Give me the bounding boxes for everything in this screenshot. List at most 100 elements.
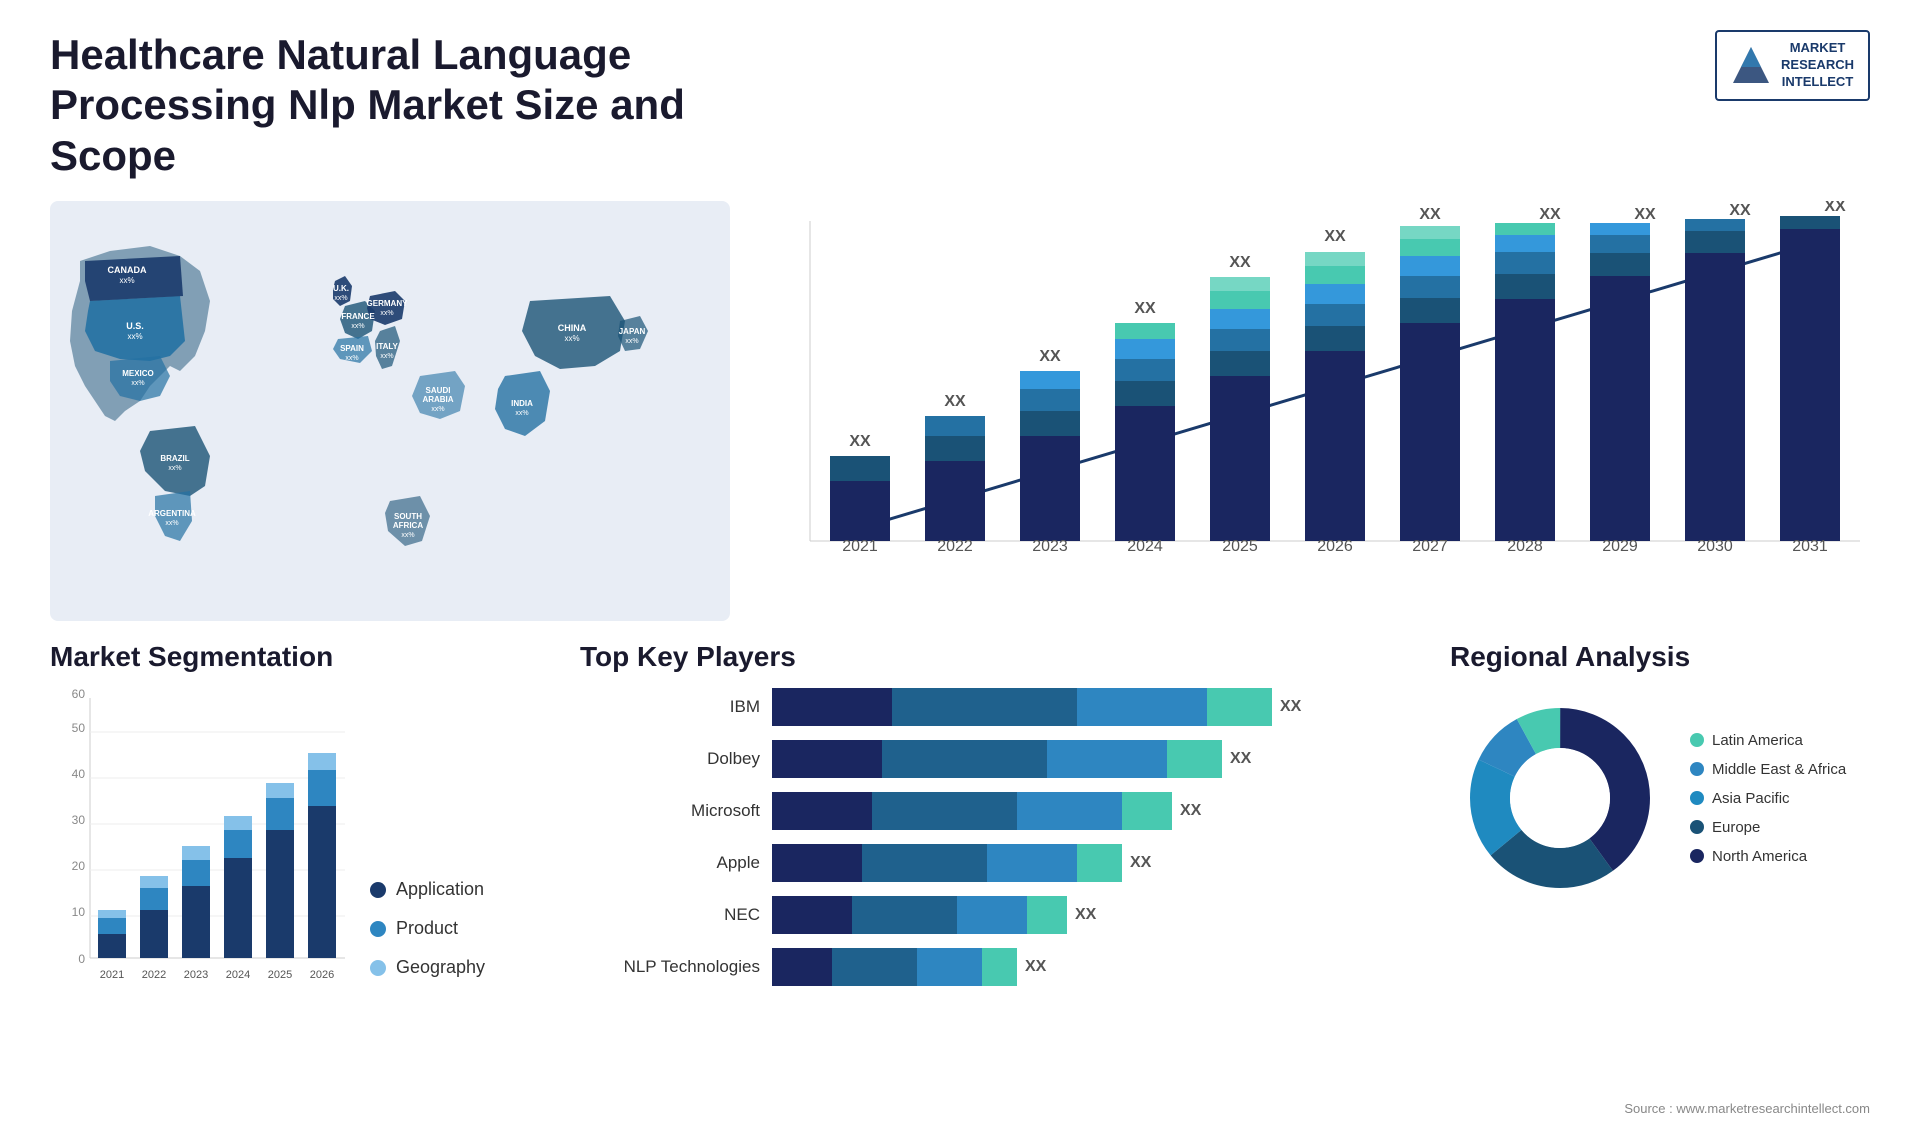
player-bar-wrap-nec: XX [772, 896, 1420, 934]
players-title: Top Key Players [580, 641, 1420, 673]
na-dot [1690, 849, 1704, 863]
geography-label: Geography [396, 957, 485, 978]
svg-text:AFRICA: AFRICA [393, 521, 423, 530]
player-name-nlp-tech: NLP Technologies [580, 957, 760, 977]
svg-text:XX: XX [944, 393, 966, 410]
player-bar-wrap-nlp-tech: XX [772, 948, 1420, 986]
svg-text:XX: XX [1824, 201, 1846, 215]
player-val-ibm: XX [1280, 698, 1301, 716]
svg-text:XX: XX [1539, 206, 1561, 223]
regional-section: Regional Analysis [1450, 641, 1870, 1091]
svg-text:xx%: xx% [401, 532, 414, 539]
europe-dot [1690, 820, 1704, 834]
logo: MARKET RESEARCH INTELLECT [1715, 30, 1870, 101]
svg-text:JAPAN: JAPAN [619, 327, 646, 336]
player-bar-wrap-apple: XX [772, 844, 1420, 882]
player-bar-wrap-ibm: XX [772, 688, 1420, 726]
svg-text:FRANCE: FRANCE [341, 312, 375, 321]
player-bar-apple [772, 844, 1122, 882]
logo-icon [1731, 45, 1771, 85]
svg-text:XX: XX [1419, 206, 1441, 223]
segmentation-title: Market Segmentation [50, 641, 550, 673]
players-section: Top Key Players IBM XX Dolbey [550, 641, 1450, 1091]
segmentation-chart-svg: 0 10 20 30 40 50 60 [50, 688, 350, 1008]
svg-text:xx%: xx% [131, 380, 144, 387]
seg-legend: Application Product Geography [370, 879, 485, 1008]
svg-text:2030: 2030 [1697, 538, 1733, 555]
segmentation-section: Market Segmentation 0 10 20 30 40 50 60 [50, 641, 550, 1091]
legend-product: Product [370, 918, 485, 939]
svg-text:xx%: xx% [127, 332, 142, 341]
donut-area: Latin America Middle East & Africa Asia … [1450, 688, 1870, 908]
player-bar-wrap-dolbey: XX [772, 740, 1420, 778]
application-label: Application [396, 879, 484, 900]
header: Healthcare Natural Language Processing N… [0, 0, 1920, 201]
product-dot [370, 921, 386, 937]
svg-text:U.K.: U.K. [333, 284, 349, 293]
svg-text:40: 40 [72, 767, 86, 781]
reg-legend-mea: Middle East & Africa [1690, 761, 1846, 778]
svg-text:30: 30 [72, 813, 86, 827]
player-row-nlp-tech: NLP Technologies XX [580, 948, 1420, 986]
regional-legend: Latin America Middle East & Africa Asia … [1690, 732, 1846, 865]
player-row-nec: NEC XX [580, 896, 1420, 934]
source-text: Source : www.marketresearchintellect.com [0, 1101, 1920, 1126]
svg-text:xx%: xx% [380, 353, 393, 360]
reg-legend-latin: Latin America [1690, 732, 1846, 749]
svg-text:XX: XX [1229, 254, 1251, 271]
reg-legend-europe: Europe [1690, 819, 1846, 836]
svg-text:xx%: xx% [380, 310, 393, 317]
svg-text:xx%: xx% [564, 334, 579, 343]
latin-dot [1690, 733, 1704, 747]
svg-text:2027: 2027 [1412, 538, 1448, 555]
player-val-nec: XX [1075, 906, 1096, 924]
bar-chart-section: 2021 XX 2022 XX 2023 XX [730, 201, 1870, 621]
logo-text: MARKET RESEARCH INTELLECT [1781, 40, 1854, 91]
svg-text:10: 10 [72, 905, 86, 919]
svg-text:50: 50 [72, 721, 86, 735]
player-bar-ibm [772, 688, 1272, 726]
world-map-section: CANADA xx% U.S. xx% MEXICO xx% BRAZIL xx… [50, 201, 730, 621]
player-name-dolbey: Dolbey [580, 749, 760, 769]
svg-text:2024: 2024 [1127, 538, 1163, 555]
reg-legend-apac: Asia Pacific [1690, 790, 1846, 807]
svg-text:xx%: xx% [515, 410, 528, 417]
donut-chart-wrap [1450, 688, 1670, 908]
player-bar-dolbey [772, 740, 1222, 778]
svg-text:xx%: xx% [351, 323, 364, 330]
main-content: CANADA xx% U.S. xx% MEXICO xx% BRAZIL xx… [0, 201, 1920, 621]
svg-text:SAUDI: SAUDI [426, 386, 451, 395]
svg-text:2025: 2025 [1222, 538, 1258, 555]
svg-text:xx%: xx% [334, 295, 347, 302]
legend-application: Application [370, 879, 485, 900]
bar-chart-svg: 2021 XX 2022 XX 2023 XX [770, 201, 1870, 621]
player-bar-wrap-microsoft: XX [772, 792, 1420, 830]
svg-text:xx%: xx% [119, 276, 134, 285]
player-val-apple: XX [1130, 854, 1151, 872]
svg-text:ARABIA: ARABIA [422, 395, 453, 404]
application-dot [370, 882, 386, 898]
svg-text:XX: XX [1634, 206, 1656, 223]
player-val-microsoft: XX [1180, 802, 1201, 820]
source-label: Source : www.marketresearchintellect.com [1624, 1101, 1870, 1116]
svg-text:2029: 2029 [1602, 538, 1638, 555]
svg-text:XX: XX [1134, 300, 1156, 317]
svg-text:GERMANY: GERMANY [367, 299, 409, 308]
player-val-nlp-tech: XX [1025, 958, 1046, 976]
legend-geography: Geography [370, 957, 485, 978]
svg-text:SPAIN: SPAIN [340, 344, 364, 353]
player-row-ibm: IBM XX [580, 688, 1420, 726]
svg-text:2028: 2028 [1507, 538, 1543, 555]
svg-text:2021: 2021 [100, 969, 124, 981]
svg-text:xx%: xx% [165, 520, 178, 527]
na-label: North America [1712, 848, 1807, 865]
bottom-section: Market Segmentation 0 10 20 30 40 50 60 [0, 621, 1920, 1101]
product-label: Product [396, 918, 458, 939]
player-name-nec: NEC [580, 905, 760, 925]
svg-text:CANADA: CANADA [108, 265, 147, 275]
europe-label: Europe [1712, 819, 1760, 836]
svg-text:0: 0 [78, 952, 85, 966]
svg-text:2024: 2024 [226, 969, 250, 981]
geography-dot [370, 960, 386, 976]
svg-text:2026: 2026 [1317, 538, 1353, 555]
